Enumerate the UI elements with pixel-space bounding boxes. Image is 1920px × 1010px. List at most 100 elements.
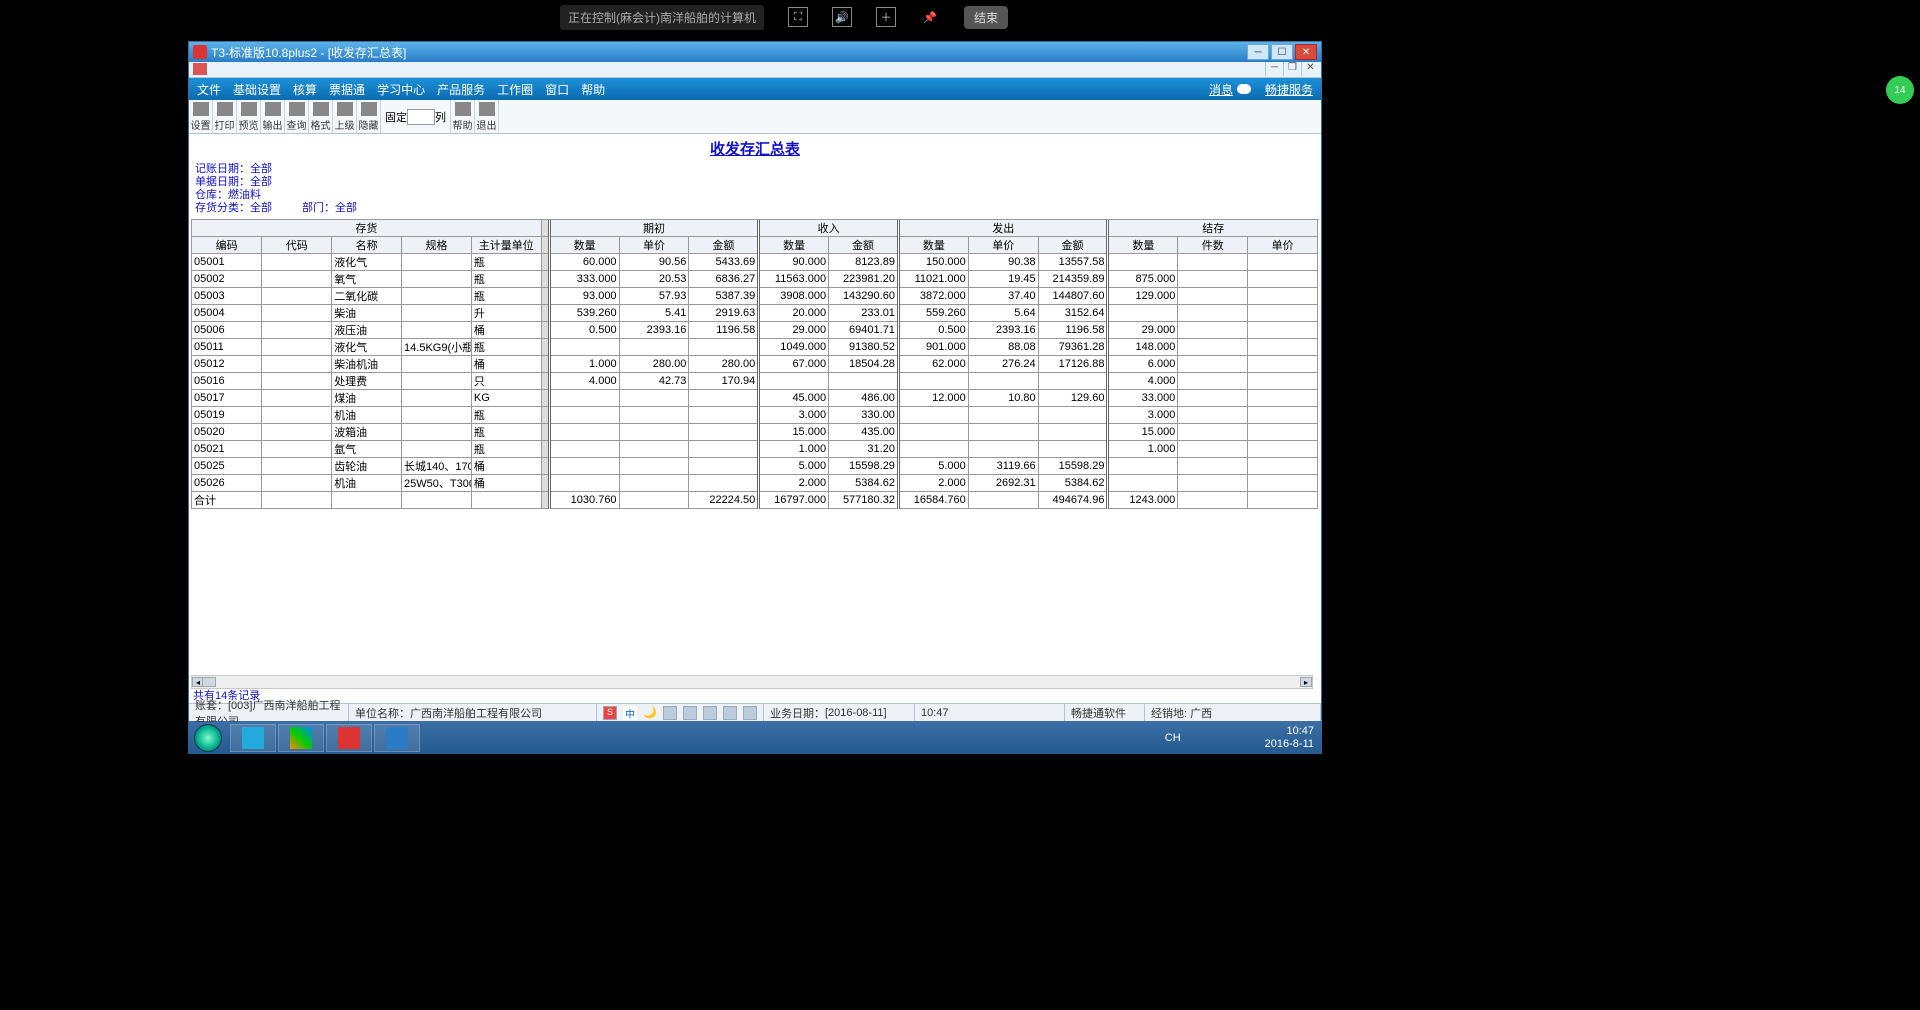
- grid-cell[interactable]: [402, 254, 472, 271]
- grid-cell[interactable]: 129.000: [1108, 288, 1178, 305]
- table-row[interactable]: 05004柴油升539.2605.412919.6320.000233.0155…: [192, 305, 1318, 322]
- grid-cell[interactable]: 机油: [332, 407, 402, 424]
- grid-cell[interactable]: [262, 305, 332, 322]
- table-row[interactable]: 05019机油瓶3.000330.003.000: [192, 407, 1318, 424]
- grid-cell[interactable]: 05003: [192, 288, 262, 305]
- grid-cell[interactable]: [898, 407, 968, 424]
- grid-cell[interactable]: [1178, 322, 1248, 339]
- table-row[interactable]: 05017煤油KG45.000486.0012.00010.80129.6033…: [192, 390, 1318, 407]
- grid-cell[interactable]: [1178, 492, 1248, 509]
- grid-cell[interactable]: 33.000: [1108, 390, 1178, 407]
- mdi-close-button[interactable]: ✕: [1301, 62, 1319, 76]
- grid-cell[interactable]: 2.000: [759, 475, 829, 492]
- grid-cell[interactable]: [262, 492, 332, 509]
- grid-cell[interactable]: 05025: [192, 458, 262, 475]
- header-ai[interactable]: 金额: [829, 237, 899, 254]
- tool-up-button[interactable]: 上级: [333, 100, 357, 133]
- grid-cell[interactable]: 148.000: [1108, 339, 1178, 356]
- grid-cell[interactable]: 柴油: [332, 305, 402, 322]
- header-qe[interactable]: 数量: [1108, 237, 1178, 254]
- grid-cell[interactable]: [541, 373, 549, 390]
- grid-cell[interactable]: [619, 458, 689, 475]
- grid-cell[interactable]: 875.000: [1108, 271, 1178, 288]
- grid-cell[interactable]: 05026: [192, 475, 262, 492]
- grid-cell[interactable]: [689, 407, 759, 424]
- tool-output-button[interactable]: 输出: [261, 100, 285, 133]
- grid-cell[interactable]: [689, 441, 759, 458]
- grid-cell[interactable]: [541, 475, 549, 492]
- header-p0[interactable]: 单价: [619, 237, 689, 254]
- grid-cell[interactable]: 5.000: [759, 458, 829, 475]
- grid-cell[interactable]: 3.000: [759, 407, 829, 424]
- grid-cell[interactable]: 0.500: [549, 322, 619, 339]
- grid-cell[interactable]: 1030.760: [549, 492, 619, 509]
- grid-cell[interactable]: [1178, 254, 1248, 271]
- grid-cell[interactable]: 瓶: [471, 339, 541, 356]
- grid-cell[interactable]: 20.53: [619, 271, 689, 288]
- header-unit[interactable]: 主计量单位: [471, 237, 541, 254]
- table-row[interactable]: 05025齿轮油长城140、170KG桶5.00015598.295.00031…: [192, 458, 1318, 475]
- grid-cell[interactable]: [332, 492, 402, 509]
- grid-cell[interactable]: [402, 288, 472, 305]
- grid-cell[interactable]: [1248, 339, 1318, 356]
- grid-cell[interactable]: 214359.89: [1038, 271, 1108, 288]
- grid-cell[interactable]: [262, 441, 332, 458]
- grid-cell[interactable]: [541, 305, 549, 322]
- start-button[interactable]: [188, 722, 228, 754]
- grid-cell[interactable]: 57.93: [619, 288, 689, 305]
- grid-cell[interactable]: 150.000: [898, 254, 968, 271]
- grid-cell[interactable]: 1.000: [1108, 441, 1178, 458]
- grid-cell[interactable]: [262, 373, 332, 390]
- grid-cell[interactable]: 05004: [192, 305, 262, 322]
- grid-cell[interactable]: 瓶: [471, 407, 541, 424]
- grid-cell[interactable]: [262, 254, 332, 271]
- header-a0[interactable]: 金额: [689, 237, 759, 254]
- person-icon[interactable]: [703, 706, 717, 720]
- grid-cell[interactable]: 1.000: [759, 441, 829, 458]
- grid-cell[interactable]: [402, 305, 472, 322]
- grid-cell[interactable]: [619, 424, 689, 441]
- grid-cell[interactable]: [549, 458, 619, 475]
- grid-cell[interactable]: 5384.62: [829, 475, 899, 492]
- grid-cell[interactable]: 柴油机油: [332, 356, 402, 373]
- grid-cell[interactable]: [541, 424, 549, 441]
- grid-cell[interactable]: [541, 492, 549, 509]
- grid-cell[interactable]: 62.000: [898, 356, 968, 373]
- grid-cell[interactable]: [1178, 441, 1248, 458]
- table-row[interactable]: 05016处理费只4.00042.73170.944.000: [192, 373, 1318, 390]
- grid-cell[interactable]: [1248, 441, 1318, 458]
- table-row[interactable]: 05003二氧化碳瓶93.00057.935387.393908.0001432…: [192, 288, 1318, 305]
- grid-cell[interactable]: 8123.89: [829, 254, 899, 271]
- grid-cell[interactable]: 1.000: [549, 356, 619, 373]
- grid-cell[interactable]: [689, 339, 759, 356]
- grid-cell[interactable]: [402, 271, 472, 288]
- grid-cell[interactable]: 桶: [471, 475, 541, 492]
- grid-cell[interactable]: [549, 441, 619, 458]
- grid-cell[interactable]: 14.5KG9(小瓶）: [402, 339, 472, 356]
- wrench-icon[interactable]: [743, 706, 757, 720]
- menu-workgroup[interactable]: 工作圈: [497, 81, 533, 98]
- pin-icon[interactable]: 📌: [920, 7, 940, 27]
- minimize-button[interactable]: ─: [1247, 44, 1269, 60]
- header-spec[interactable]: 规格: [402, 237, 472, 254]
- fullscreen-icon[interactable]: ⛶: [788, 7, 808, 27]
- scroll-right-arrow[interactable]: ▸: [1300, 677, 1312, 687]
- grid-cell[interactable]: 280.00: [689, 356, 759, 373]
- grid-cell[interactable]: 3152.64: [1038, 305, 1108, 322]
- grid-cell[interactable]: [1178, 356, 1248, 373]
- grid-cell[interactable]: 233.01: [829, 305, 899, 322]
- grid-cell[interactable]: [1108, 254, 1178, 271]
- header-q0[interactable]: 数量: [549, 237, 619, 254]
- grid-cell[interactable]: [1248, 373, 1318, 390]
- grid-cell[interactable]: 143290.60: [829, 288, 899, 305]
- grid-cell[interactable]: [402, 407, 472, 424]
- grid-cell[interactable]: [968, 407, 1038, 424]
- menu-file[interactable]: 文件: [197, 81, 221, 98]
- grid-cell[interactable]: 3.000: [1108, 407, 1178, 424]
- grid-cell[interactable]: 只: [471, 373, 541, 390]
- grid-cell[interactable]: [262, 288, 332, 305]
- grid-cell[interactable]: 1243.000: [1108, 492, 1178, 509]
- grid-cell[interactable]: 29.000: [759, 322, 829, 339]
- taskbar-item-t3[interactable]: [374, 724, 420, 752]
- grid-cell[interactable]: 15598.29: [829, 458, 899, 475]
